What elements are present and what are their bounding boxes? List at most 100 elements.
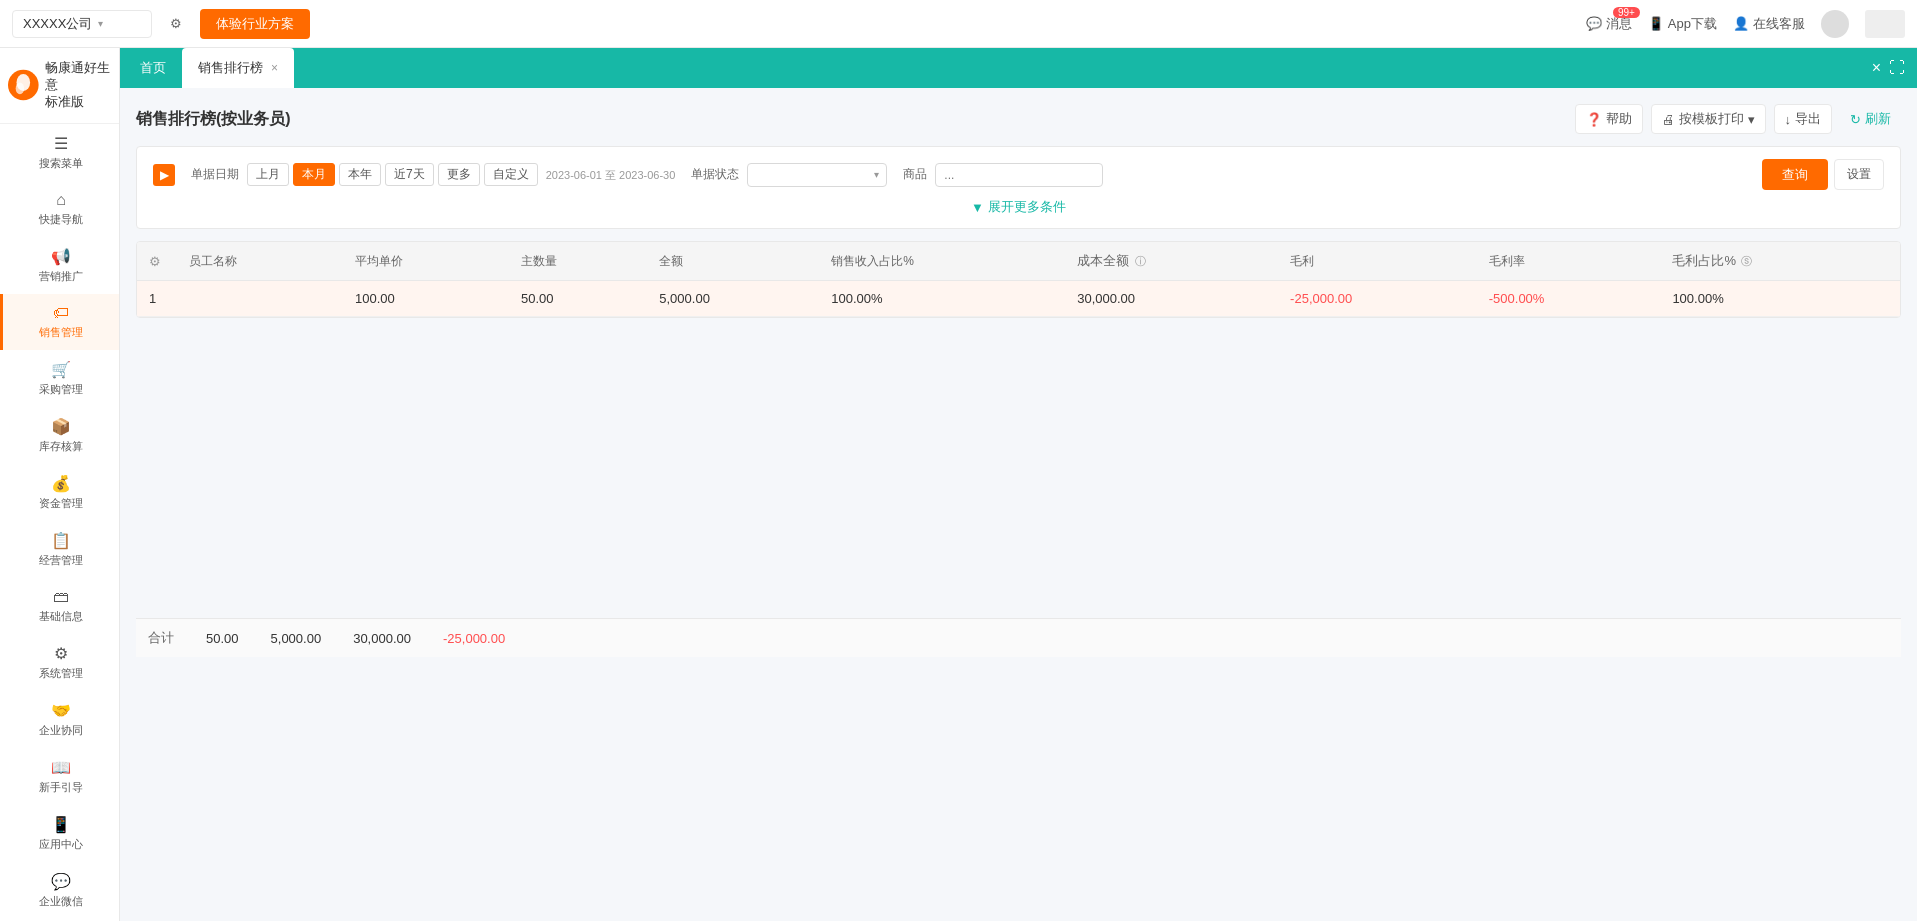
cell-gross-pct: 100.00% xyxy=(1660,281,1900,317)
spacer xyxy=(136,318,1901,618)
online-support-label: 在线客服 xyxy=(1753,15,1805,33)
sidebar-item-quick-nav[interactable]: ⌂ 快捷导航 xyxy=(0,181,119,237)
sidebar-item-operations[interactable]: 📋 经营管理 xyxy=(0,521,119,578)
refresh-icon: ↻ xyxy=(1850,112,1861,127)
sidebar-item-finance[interactable]: 💰 资金管理 xyxy=(0,464,119,521)
date-btn-last-month[interactable]: 上月 xyxy=(247,163,289,186)
window-max-btn[interactable]: ⛶ xyxy=(1889,59,1905,77)
tab-home[interactable]: 首页 xyxy=(124,48,182,88)
app-download-btn[interactable]: 📱 App下载 xyxy=(1648,15,1717,33)
window-close-btn[interactable]: × xyxy=(1872,59,1881,77)
footer-gross: -25,000.00 xyxy=(443,631,505,646)
sidebar-logo: 畅康通好生意 标准版 xyxy=(0,48,119,124)
page-title: 销售排行榜(按业务员) xyxy=(136,109,291,130)
data-table: ⚙ 员工名称 平均单价 主数量 全额 销售收入占比% 成本全额 ⓘ xyxy=(137,242,1900,317)
col-settings-icon[interactable]: ⚙ xyxy=(149,254,161,269)
tab-sales-ranking-label: 销售排行榜 xyxy=(198,59,263,77)
sidebar-label-guide: 新手引导 xyxy=(39,780,83,795)
logo-text: 畅康通好生意 标准版 xyxy=(45,60,111,111)
sidebar-item-search-order[interactable]: ☰ 搜索菜单 xyxy=(0,124,119,181)
message-badge: 99+ xyxy=(1613,7,1640,18)
export-btn[interactable]: ↓ 导出 xyxy=(1774,104,1833,134)
print-btn[interactable]: 🖨 按模板打印 ▾ xyxy=(1651,104,1766,134)
table-footer: 合计 50.00 5,000.00 30,000.00 -25,000.00 xyxy=(136,618,1901,657)
sidebar-label-search-order: 搜索菜单 xyxy=(39,156,83,171)
sidebar-item-collab[interactable]: 🤝 企业协同 xyxy=(0,691,119,748)
sidebar-item-basic-info[interactable]: 🗃 基础信息 xyxy=(0,578,119,634)
page-actions: ❓ 帮助 🖨 按模板打印 ▾ ↓ 导出 ↻ xyxy=(1575,104,1902,134)
cell-index: 1 xyxy=(137,281,177,317)
filter-status: 单据状态 ▾ xyxy=(691,163,887,187)
sidebar-item-purchase[interactable]: 🛒 采购管理 xyxy=(0,350,119,407)
col-amount: 全额 xyxy=(647,242,819,281)
cost-info-icon: ⓘ xyxy=(1135,255,1146,267)
sidebar-label-sales: 销售管理 xyxy=(39,325,83,340)
messages-btn[interactable]: 💬 消息 99+ xyxy=(1586,15,1632,33)
date-buttons: 上月 本月 本年 近7天 更多 自定义 xyxy=(247,163,538,186)
date-btn-more[interactable]: 更多 xyxy=(438,163,480,186)
tab-sales-ranking[interactable]: 销售排行榜 × xyxy=(182,48,294,88)
svg-point-2 xyxy=(16,83,25,95)
filter-row: ▶ 单据日期 上月 本月 本年 近7天 更多 自定义 xyxy=(153,159,1884,190)
sidebar-item-inventory[interactable]: 📦 库存核算 xyxy=(0,407,119,464)
export-icon: ↓ xyxy=(1785,112,1792,127)
sidebar-item-guide[interactable]: 📖 新手引导 xyxy=(0,748,119,805)
footer-amount: 5,000.00 xyxy=(271,631,322,646)
col-settings-cell: ⚙ xyxy=(137,242,177,281)
app-download-label: App下载 xyxy=(1668,15,1717,33)
main-layout: 畅康通好生意 标准版 ☰ 搜索菜单 ⌂ 快捷导航 📢 营销推广 🏷 销售管理 🛒… xyxy=(0,48,1917,921)
setting-btn[interactable]: 设置 xyxy=(1834,159,1884,190)
filter-toggle[interactable]: ▶ xyxy=(153,164,175,186)
online-support-btn[interactable]: 👤 在线客服 xyxy=(1733,15,1805,33)
help-label: 帮助 xyxy=(1606,110,1632,128)
footer-qty: 50.00 xyxy=(206,631,239,646)
sidebar-item-app-center[interactable]: 📱 应用中心 xyxy=(0,805,119,862)
sidebar-item-sales[interactable]: 🏷 销售管理 xyxy=(0,294,119,350)
col-gross: 毛利 xyxy=(1278,242,1477,281)
finance-icon: 💰 xyxy=(51,474,71,493)
expand-label: 展开更多条件 xyxy=(988,198,1066,216)
date-btn-this-month[interactable]: 本月 xyxy=(293,163,335,186)
company-select[interactable]: XXXXX公司 ▾ xyxy=(12,10,152,38)
header-settings-btn[interactable]: ⚙ xyxy=(160,8,192,40)
footer-qty-item: 50.00 xyxy=(206,631,239,646)
cell-qty: 50.00 xyxy=(509,281,647,317)
status-select[interactable] xyxy=(747,163,887,187)
sidebar-item-system[interactable]: ⚙ 系统管理 xyxy=(0,634,119,691)
top-right-area: 💬 消息 99+ 📱 App下载 👤 在线客服 xyxy=(1586,10,1905,38)
search-order-icon: ☰ xyxy=(54,134,68,153)
cell-cost: 30,000.00 xyxy=(1065,281,1278,317)
goods-input[interactable] xyxy=(935,163,1103,187)
footer-cost-item: 30,000.00 xyxy=(353,631,411,646)
date-range-display: 2023-06-01 至 2023-06-30 xyxy=(546,168,676,183)
filter-area: ▶ 单据日期 上月 本月 本年 近7天 更多 自定义 xyxy=(136,146,1901,229)
date-btn-this-year[interactable]: 本年 xyxy=(339,163,381,186)
trial-btn[interactable]: 体验行业方案 xyxy=(200,9,310,39)
avatar[interactable] xyxy=(1821,10,1849,38)
cell-sales-pct: 100.00% xyxy=(819,281,1065,317)
filter-goods: 商品 xyxy=(903,163,1103,187)
query-btn[interactable]: 查询 xyxy=(1762,159,1828,190)
home-tab-label: 首页 xyxy=(140,59,166,77)
col-name: 员工名称 xyxy=(177,242,343,281)
company-name: XXXXX公司 xyxy=(23,15,92,33)
app-icon: 📱 xyxy=(1648,16,1664,31)
help-btn[interactable]: ❓ 帮助 xyxy=(1575,104,1643,134)
filter-expand-arrow[interactable]: ▶ xyxy=(153,164,175,186)
sidebar-item-marketing[interactable]: 📢 营销推广 xyxy=(0,237,119,294)
col-qty: 主数量 xyxy=(509,242,647,281)
tab-close-icon[interactable]: × xyxy=(271,61,278,75)
company-dropdown-arrow: ▾ xyxy=(98,18,103,29)
expand-more-btn[interactable]: ▼ 展开更多条件 xyxy=(971,198,1066,216)
gross-pct-info-icon: ⓢ xyxy=(1741,255,1752,267)
sidebar-label-quick-nav: 快捷导航 xyxy=(39,212,83,227)
refresh-btn[interactable]: ↻ 刷新 xyxy=(1840,105,1901,133)
content-area: 首页 销售排行榜 × × ⛶ 销售排行榜(按业务员) ❓ xyxy=(120,48,1917,921)
help-icon: ❓ xyxy=(1586,112,1602,127)
sidebar-label-system: 系统管理 xyxy=(39,666,83,681)
cell-avg-price: 100.00 xyxy=(343,281,509,317)
basic-info-icon: 🗃 xyxy=(53,588,69,606)
date-btn-custom[interactable]: 自定义 xyxy=(484,163,538,186)
date-btn-7days[interactable]: 近7天 xyxy=(385,163,434,186)
sidebar-item-wechat[interactable]: 💬 企业微信 xyxy=(0,862,119,919)
